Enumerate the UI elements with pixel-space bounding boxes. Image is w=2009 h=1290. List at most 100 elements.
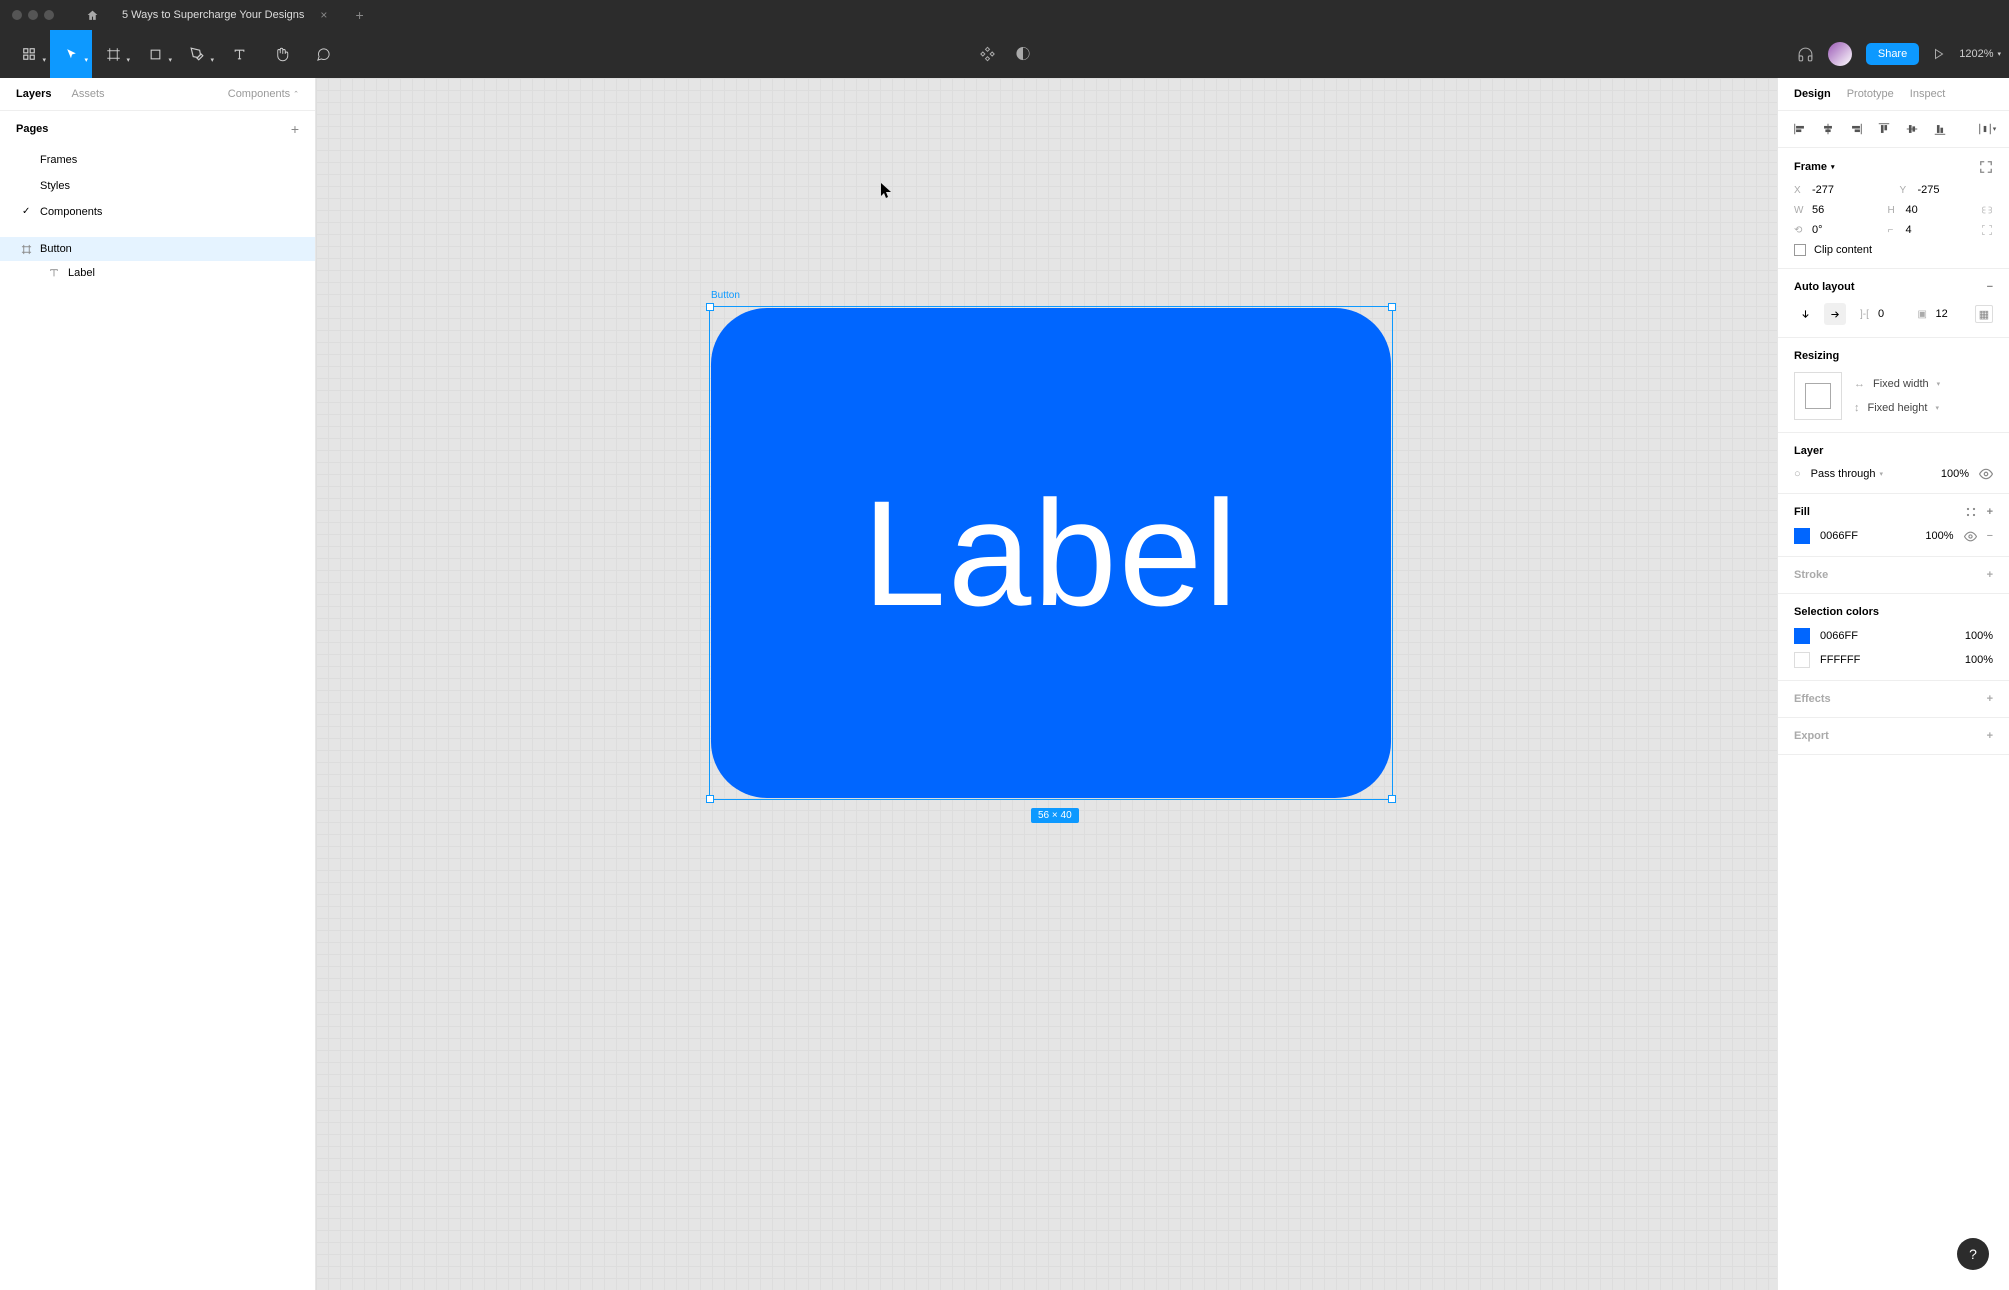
close-tab-icon[interactable]: × bbox=[320, 8, 327, 22]
resize-preview[interactable] bbox=[1794, 372, 1842, 420]
main-menu-button[interactable]: ▾ bbox=[8, 30, 50, 78]
home-icon[interactable] bbox=[82, 5, 102, 25]
width-resize-dropdown[interactable]: ↔ Fixed width ▾ bbox=[1854, 378, 1940, 390]
left-panel-tabs: Layers Assets Components ⌃ bbox=[0, 78, 315, 111]
tab-assets[interactable]: Assets bbox=[71, 88, 104, 100]
fill-opacity-input[interactable]: 100% bbox=[1925, 530, 1953, 542]
align-bottom-icon[interactable] bbox=[1930, 119, 1950, 139]
tab-inspect[interactable]: Inspect bbox=[1910, 88, 1945, 100]
x-input[interactable]: -277 bbox=[1812, 184, 1834, 196]
chevron-down-icon: ▾ bbox=[42, 56, 46, 64]
visibility-icon[interactable] bbox=[1979, 467, 1993, 481]
mask-icon[interactable] bbox=[1015, 46, 1030, 62]
resize-handle-tl[interactable] bbox=[706, 303, 714, 311]
resize-handle-bl[interactable] bbox=[706, 795, 714, 803]
frame-tool-button[interactable]: ▾ bbox=[92, 30, 134, 78]
new-tab-icon[interactable]: + bbox=[355, 7, 363, 23]
page-selector[interactable]: Components ⌃ bbox=[228, 88, 299, 100]
remove-auto-layout-icon[interactable]: − bbox=[1987, 281, 1993, 293]
help-button[interactable]: ? bbox=[1957, 1238, 1989, 1270]
vertical-direction-button[interactable] bbox=[1794, 303, 1816, 325]
text-tool-button[interactable] bbox=[218, 30, 260, 78]
color-hex[interactable]: FFFFFF bbox=[1820, 654, 1860, 666]
present-icon[interactable] bbox=[1933, 48, 1945, 60]
h-input[interactable]: 40 bbox=[1906, 204, 1918, 216]
page-item-frames[interactable]: Frames bbox=[0, 147, 315, 173]
frame-label[interactable]: Frame▾ bbox=[1794, 161, 1835, 173]
user-avatar[interactable] bbox=[1828, 42, 1852, 66]
add-export-icon[interactable]: + bbox=[1987, 730, 1993, 742]
rotation-input[interactable]: 0° bbox=[1812, 224, 1823, 236]
radius-input[interactable]: 4 bbox=[1906, 224, 1912, 236]
comment-tool-button[interactable] bbox=[302, 30, 344, 78]
tab-design[interactable]: Design bbox=[1794, 88, 1831, 100]
export-label: Export bbox=[1794, 730, 1829, 742]
visibility-icon[interactable] bbox=[1964, 530, 1977, 543]
align-controls: ▾ bbox=[1778, 111, 2009, 148]
add-fill-icon[interactable]: + bbox=[1987, 506, 1993, 518]
headphones-icon[interactable] bbox=[1797, 46, 1814, 63]
layer-name: Button bbox=[40, 243, 72, 255]
chevron-down-icon: ▾ bbox=[126, 56, 130, 64]
pen-tool-button[interactable]: ▾ bbox=[176, 30, 218, 78]
checkbox-icon bbox=[1794, 244, 1806, 256]
window-controls bbox=[12, 10, 54, 20]
add-page-icon[interactable]: + bbox=[291, 121, 299, 137]
align-top-icon[interactable] bbox=[1874, 119, 1894, 139]
zoom-dropdown[interactable]: 1202% ▾ bbox=[1959, 48, 2001, 60]
distribute-icon[interactable]: ▾ bbox=[1977, 119, 1997, 139]
spacing-input[interactable]: 0 bbox=[1878, 308, 1884, 320]
shape-tool-button[interactable]: ▾ bbox=[134, 30, 176, 78]
style-icon[interactable] bbox=[1965, 506, 1977, 518]
blend-mode-icon[interactable]: ○ bbox=[1794, 468, 1801, 480]
align-hcenter-icon[interactable] bbox=[1818, 119, 1838, 139]
share-button[interactable]: Share bbox=[1866, 43, 1919, 65]
y-input[interactable]: -275 bbox=[1918, 184, 1940, 196]
resizing-label: Resizing bbox=[1794, 350, 1839, 362]
align-vcenter-icon[interactable] bbox=[1902, 119, 1922, 139]
color-hex[interactable]: 0066FF bbox=[1820, 630, 1858, 642]
resize-to-fit-icon[interactable] bbox=[1979, 160, 1993, 174]
height-resize-dropdown[interactable]: ↕ Fixed height ▾ bbox=[1854, 402, 1940, 414]
fill-hex-input[interactable]: 0066FF bbox=[1820, 530, 1858, 542]
opacity-input[interactable]: 100% bbox=[1941, 468, 1969, 480]
horizontal-icon: ↔ bbox=[1854, 378, 1865, 390]
right-panel: Design Prototype Inspect ▾ Frame▾ X-277 … bbox=[1777, 78, 2009, 1290]
add-effect-icon[interactable]: + bbox=[1987, 693, 1993, 705]
layer-row-button[interactable]: Button bbox=[0, 237, 315, 261]
w-input[interactable]: 56 bbox=[1812, 204, 1824, 216]
hand-tool-button[interactable] bbox=[260, 30, 302, 78]
page-item-styles[interactable]: Styles bbox=[0, 173, 315, 199]
canvas-frame-label[interactable]: Button bbox=[711, 290, 740, 301]
move-tool-button[interactable]: ▾ bbox=[50, 30, 92, 78]
fill-swatch[interactable] bbox=[1794, 528, 1810, 544]
padding-input[interactable]: 12 bbox=[1936, 308, 1948, 320]
maximize-window-icon[interactable] bbox=[44, 10, 54, 20]
align-left-icon[interactable] bbox=[1790, 119, 1810, 139]
alignment-picker-icon[interactable]: ▦ bbox=[1975, 305, 1993, 323]
resize-handle-br[interactable] bbox=[1388, 795, 1396, 803]
tab-layers[interactable]: Layers bbox=[16, 88, 51, 100]
align-right-icon[interactable] bbox=[1846, 119, 1866, 139]
color-swatch[interactable] bbox=[1794, 628, 1810, 644]
independent-corners-icon[interactable] bbox=[1981, 224, 1993, 236]
horizontal-direction-button[interactable] bbox=[1824, 303, 1846, 325]
blend-mode-dropdown[interactable]: Pass through▾ bbox=[1811, 468, 1883, 480]
color-swatch[interactable] bbox=[1794, 652, 1810, 668]
constrain-icon[interactable] bbox=[1981, 204, 1993, 216]
canvas[interactable]: Button Label 56 × 40 bbox=[316, 78, 1777, 1290]
layer-row-label[interactable]: Label bbox=[0, 261, 315, 285]
canvas-button-frame[interactable]: Label bbox=[711, 308, 1391, 798]
dimension-badge: 56 × 40 bbox=[1031, 808, 1079, 823]
clip-content-toggle[interactable]: Clip content bbox=[1794, 244, 1993, 256]
add-stroke-icon[interactable]: + bbox=[1987, 569, 1993, 581]
resize-handle-tr[interactable] bbox=[1388, 303, 1396, 311]
page-item-components[interactable]: Components bbox=[0, 199, 315, 225]
tab-prototype[interactable]: Prototype bbox=[1847, 88, 1894, 100]
remove-fill-icon[interactable]: − bbox=[1987, 530, 1993, 542]
minimize-window-icon[interactable] bbox=[28, 10, 38, 20]
canvas-button-text: Label bbox=[862, 467, 1239, 640]
document-tab-title[interactable]: 5 Ways to Supercharge Your Designs bbox=[122, 9, 304, 21]
component-icon[interactable] bbox=[979, 46, 995, 62]
close-window-icon[interactable] bbox=[12, 10, 22, 20]
